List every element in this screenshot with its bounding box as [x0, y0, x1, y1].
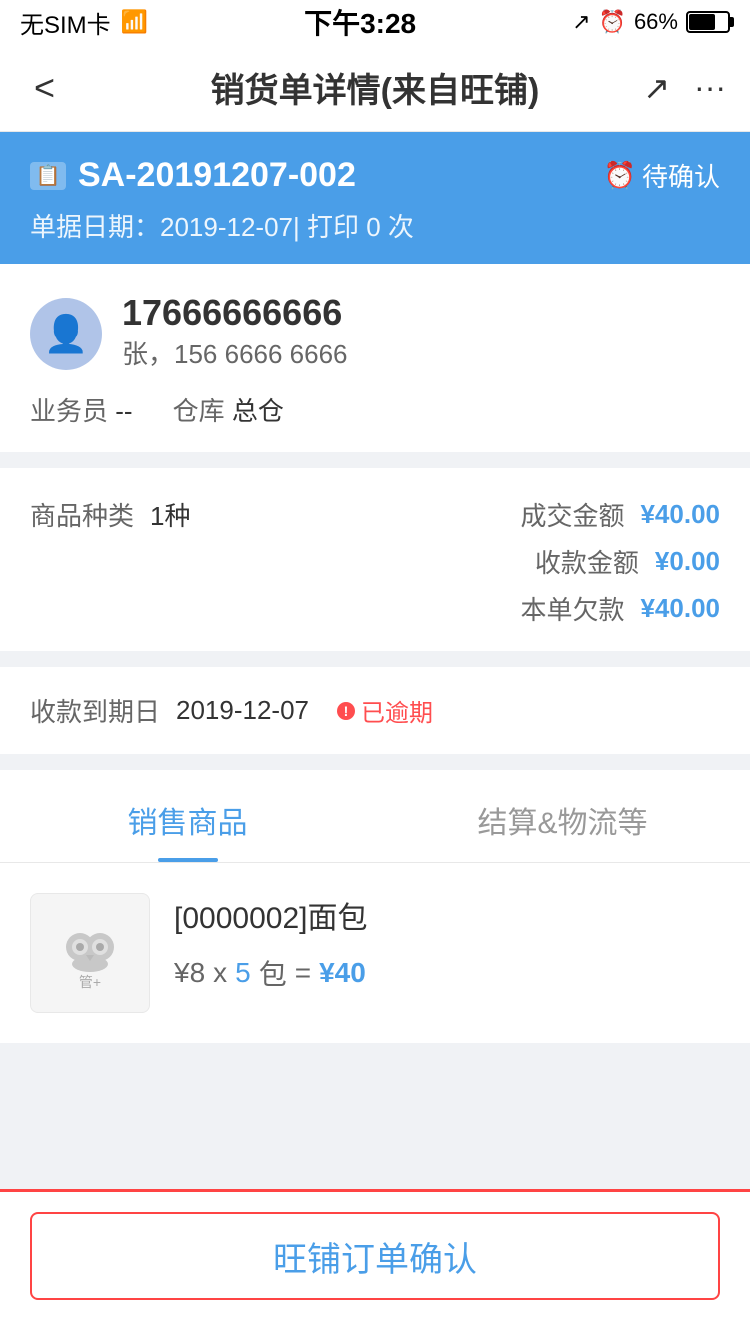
salesperson-field: 业务员 --	[30, 391, 133, 428]
owed-amount-value: ¥40.00	[640, 593, 720, 624]
status-time: 下午3:28	[304, 2, 416, 42]
product-unit: 包	[259, 953, 287, 993]
product-type-field: 商品种类 1种	[30, 496, 190, 533]
transaction-amount-row: 成交金额 ¥40.00	[520, 496, 720, 533]
warehouse-value: 总仓	[232, 396, 284, 426]
status-bar: 无SIM卡 📶 下午3:28 ↗ ⏰ 66%	[0, 0, 750, 44]
bottom-bar: 旺铺订单确认	[0, 1189, 750, 1334]
owed-amount-label: 本单欠款	[520, 590, 624, 627]
battery-text: 66%	[634, 9, 678, 35]
product-price: ¥8	[174, 957, 205, 989]
tabs-section: 销售商品 结算&物流等	[0, 770, 750, 1043]
collection-amount-label: 收款金额	[535, 543, 639, 580]
status-badge: ⏰ 待确认	[604, 157, 720, 194]
status-right: ↗ ⏰ 66%	[572, 9, 730, 35]
status-left: 无SIM卡 📶	[20, 5, 148, 40]
summary-section: 商品种类 1种 成交金额 ¥40.00 收款金额 ¥0.00 本单欠款 ¥40.…	[0, 468, 750, 651]
collection-amount-row: 收款金额 ¥0.00	[520, 543, 720, 580]
due-date-label: 收款到期日	[30, 692, 160, 729]
customer-meta: 业务员 -- 仓库 总仓	[30, 391, 720, 428]
tab-settlement[interactable]: 结算&物流等	[375, 770, 750, 862]
carrier-text: 无SIM卡	[20, 5, 111, 40]
nav-actions: ↗ ···	[643, 69, 726, 107]
due-date-value: 2019-12-07	[176, 695, 309, 726]
product-list: 管+ [0000002]面包 ¥8 x 5 包 = ¥40	[0, 863, 750, 1043]
customer-section: 👤 17666666666 张，156 6666 6666 业务员 -- 仓库 …	[0, 264, 750, 452]
product-price-row: ¥8 x 5 包 = ¥40	[174, 953, 720, 993]
wifi-icon: 📶	[121, 9, 148, 35]
customer-name-phone: 张，156 6666 6666	[122, 334, 348, 371]
customer-phone: 17666666666	[122, 292, 348, 334]
transaction-amount-value: ¥40.00	[640, 499, 720, 530]
back-button[interactable]: <	[24, 57, 65, 119]
order-date: 单据日期：2019-12-07| 打印 0 次	[30, 207, 720, 244]
tabs-header: 销售商品 结算&物流等	[0, 770, 750, 863]
order-id: 📋 SA-20191207-002	[30, 156, 356, 195]
product-logo: 管+	[50, 909, 130, 998]
product-type-label: 商品种类	[30, 496, 134, 533]
product-qty: 5	[235, 957, 251, 989]
alarm-icon: ⏰	[599, 9, 626, 35]
share-icon[interactable]: ↗	[643, 69, 670, 107]
product-type-value: 1种	[150, 496, 190, 533]
more-icon[interactable]: ···	[694, 69, 726, 106]
order-type-icon: 📋	[30, 162, 66, 190]
collection-amount-value: ¥0.00	[655, 546, 720, 577]
product-details: [0000002]面包 ¥8 x 5 包 = ¥40	[174, 893, 720, 993]
owed-amount-row: 本单欠款 ¥40.00	[520, 590, 720, 627]
battery-icon	[686, 11, 730, 33]
table-row: 管+ [0000002]面包 ¥8 x 5 包 = ¥40	[0, 863, 750, 1043]
confirm-order-button[interactable]: 旺铺订单确认	[30, 1212, 720, 1300]
avatar: 👤	[30, 298, 102, 370]
warehouse-label: 仓库	[173, 396, 225, 426]
product-thumbnail: 管+	[30, 893, 150, 1013]
location-icon: ↗	[572, 9, 590, 35]
salesperson-label: 业务员	[30, 396, 108, 426]
clock-icon: ⏰	[604, 160, 636, 191]
product-total: ¥40	[319, 957, 366, 989]
transaction-amount-label: 成交金额	[520, 496, 624, 533]
svg-text:管+: 管+	[79, 974, 101, 989]
overdue-text: 已逾期	[361, 693, 433, 728]
tab-sales-products[interactable]: 销售商品	[0, 770, 375, 862]
product-name: [0000002]面包	[174, 893, 720, 937]
amounts-section: 成交金额 ¥40.00 收款金额 ¥0.00 本单欠款 ¥40.00	[520, 496, 720, 627]
nav-bar: < 销货单详情(来自旺铺) ↗ ···	[0, 44, 750, 132]
avatar-icon: 👤	[44, 313, 89, 355]
overdue-badge: ! 已逾期	[325, 691, 445, 730]
warehouse-field: 仓库 总仓	[173, 391, 284, 428]
page-title: 销货单详情(来自旺铺)	[211, 63, 540, 112]
overdue-icon: !	[337, 702, 355, 720]
due-date-section: 收款到期日 2019-12-07 ! 已逾期	[0, 667, 750, 754]
header-card: 📋 SA-20191207-002 ⏰ 待确认 单据日期：2019-12-07|…	[0, 132, 750, 264]
